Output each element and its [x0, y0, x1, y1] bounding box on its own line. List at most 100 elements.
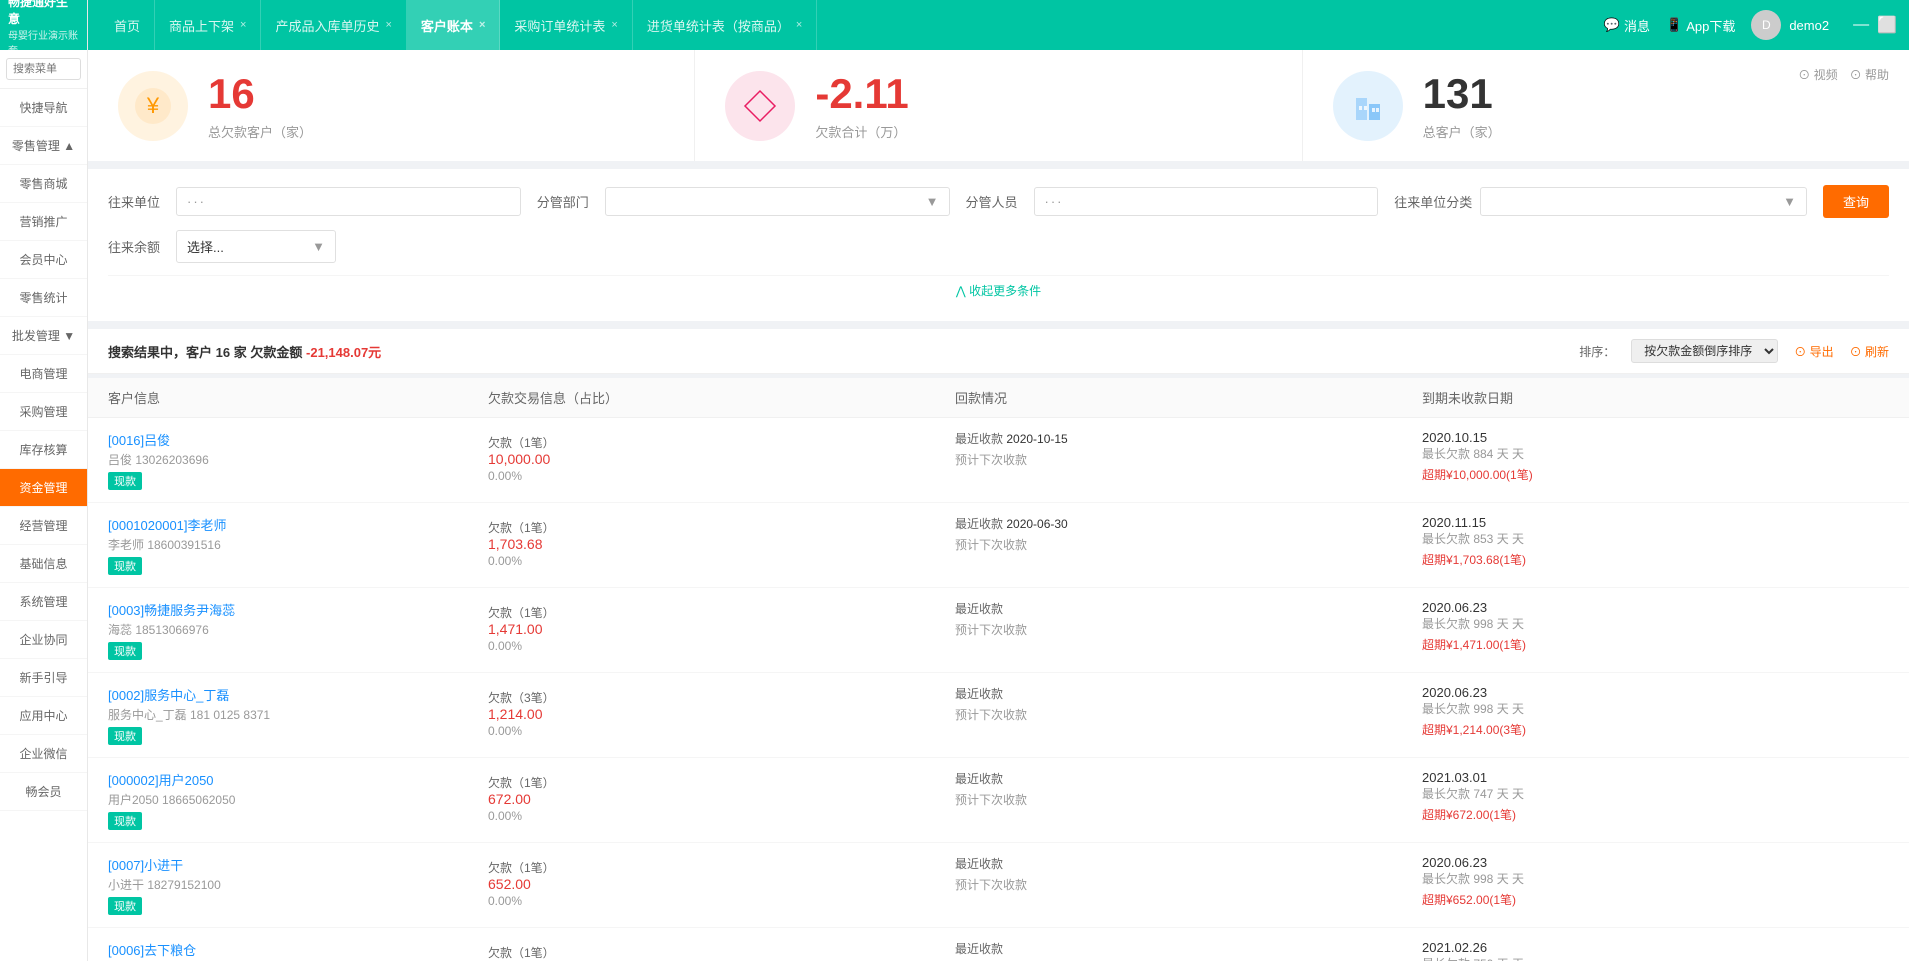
export-label: 导出 [1810, 345, 1834, 359]
overdue-days-5: 最长欠款 998 天 天 [1422, 870, 1889, 887]
customer-name-link-2[interactable]: [0003]畅捷服务尹海蕊 [108, 603, 235, 618]
sidebar-item-app-center[interactable]: 应用中心 [0, 697, 87, 735]
customer-contact-3: 服务中心_丁磊 181 0125 8371 [108, 706, 488, 723]
sidebar-item-basic-info[interactable]: 基础信息 [0, 545, 87, 583]
topbar: 首页商品上下架×产成品入库单历史×客户账本×采购订单统计表×进货单统计表（按商品… [88, 0, 1909, 50]
overdue-amount-3[interactable]: 超期¥1,214.00(3笔) [1422, 721, 1889, 738]
overdue-amount-2[interactable]: 超期¥1,471.00(1笔) [1422, 636, 1889, 653]
customer-contact-5: 小进干 18279152100 [108, 876, 488, 893]
debt-amount-3[interactable]: 1,214.00 [488, 706, 955, 722]
customer-contact-4: 用户2050 18665062050 [108, 791, 488, 808]
debt-amount-1[interactable]: 1,703.68 [488, 536, 955, 552]
customer-info-1: [0001020001]李老师李老师 18600391516现款 [108, 515, 488, 575]
sidebar-item-inventory[interactable]: 库存核算 [0, 431, 87, 469]
sidebar-item-ecom-mgmt[interactable]: 电商管理 [0, 355, 87, 393]
tab-close-1[interactable]: × [240, 19, 246, 31]
result-debt-amount: -21,148.07元 [306, 345, 381, 360]
filter-group-person: 分管人员 ··· [966, 187, 1379, 216]
customer-tag-1: 现款 [108, 557, 142, 575]
export-btn[interactable]: ⊙ 导出 [1794, 343, 1833, 360]
app-download-btn[interactable]: 📱 App下载 [1666, 16, 1735, 35]
filter-input-balance[interactable]: 选择... ▼ [176, 230, 336, 263]
tab-3[interactable]: 客户账本× [407, 0, 500, 50]
filter-area: 往来单位 ··· 分管部门 ▼ 分管人员 ··· [88, 169, 1909, 321]
sidebar-item-marketing[interactable]: 营销推广 [0, 203, 87, 241]
help-btn[interactable]: ⊙ 帮助 [1850, 66, 1889, 83]
debt-amount-2[interactable]: 1,471.00 [488, 621, 955, 637]
debt-amount-0[interactable]: 10,000.00 [488, 451, 955, 467]
debt-info-2: 欠款（1笔）1,471.000.00% [488, 600, 955, 653]
sidebar-item-ops-mgmt[interactable]: 经营管理 [0, 507, 87, 545]
customer-name-link-6[interactable]: [0006]去下粮仓 [108, 943, 196, 958]
sidebar-item-finance[interactable]: 资金管理 [0, 469, 87, 507]
sidebar-item-new-guide[interactable]: 新手引导 [0, 659, 87, 697]
sidebar-search-area [0, 50, 87, 89]
stat-amount-number: -2.11 [815, 70, 908, 118]
filter-label-person: 分管人员 [966, 192, 1026, 211]
overdue-amount-0[interactable]: 超期¥10,000.00(1笔) [1422, 466, 1889, 483]
app-download-icon: 📱 [1666, 17, 1682, 33]
user-menu[interactable]: D demo2 [1751, 10, 1829, 40]
filter-input-category[interactable]: ▼ [1480, 187, 1807, 216]
sort-select[interactable]: 按欠款金额倒序排序 [1631, 339, 1778, 363]
sidebar-item-batch-mgmt[interactable]: 批发管理 ▼ [0, 317, 87, 355]
recovery-last-4: 最近收款 [955, 770, 1422, 787]
sidebar-item-sys-mgmt[interactable]: 系统管理 [0, 583, 87, 621]
overdue-days-1: 最长欠款 853 天 天 [1422, 530, 1889, 547]
overdue-amount-5[interactable]: 超期¥652.00(1笔) [1422, 891, 1889, 908]
sidebar-item-quick-nav[interactable]: 快捷导航 [0, 89, 87, 127]
tab-close-5[interactable]: × [796, 19, 802, 31]
overdue-amount-1[interactable]: 超期¥1,703.68(1笔) [1422, 551, 1889, 568]
customer-info-5: [0007]小进干小进干 18279152100现款 [108, 855, 488, 915]
video-btn[interactable]: ⊙ 视频 [1798, 66, 1837, 83]
table-rows: [0016]吕俊吕俊 13026203696现款欠款（1笔）10,000.000… [88, 418, 1909, 961]
filter-input-dept[interactable]: ▼ [605, 187, 950, 216]
table-row: [0016]吕俊吕俊 13026203696现款欠款（1笔）10,000.000… [88, 418, 1909, 503]
sidebar-item-member-center[interactable]: 会员中心 [0, 241, 87, 279]
sidebar: 畅捷通好生意 母婴行业演示账套 快捷导航零售管理 ▲零售商城营销推广会员中心零售… [0, 0, 88, 961]
debt-percent-2: 0.00% [488, 639, 955, 653]
search-button[interactable]: 查询 [1823, 185, 1889, 218]
collapse-bar[interactable]: ⋀ 收起更多条件 [108, 275, 1889, 305]
tab-close-4[interactable]: × [611, 19, 617, 31]
refresh-btn[interactable]: ⊙ 刷新 [1850, 343, 1889, 360]
sidebar-item-corp-collab[interactable]: 企业协同 [0, 621, 87, 659]
filter-input-unit[interactable]: ··· [176, 187, 521, 216]
customer-info-0: [0016]吕俊吕俊 13026203696现款 [108, 430, 488, 490]
recovery-next-3: 预计下次收款 [955, 706, 1422, 723]
tab-2[interactable]: 产成品入库单历史 × [261, 0, 406, 50]
maximize-btn[interactable]: ⬜ [1877, 15, 1897, 35]
debt-amount-5[interactable]: 652.00 [488, 876, 955, 892]
tab-4[interactable]: 采购订单统计表× [500, 0, 632, 50]
filter-group-unit: 往来单位 ··· [108, 187, 521, 216]
filter-input-person[interactable]: ··· [1034, 187, 1379, 216]
tab-label-2: 产成品入库单历史 [275, 16, 379, 35]
debt-amount-4[interactable]: 672.00 [488, 791, 955, 807]
sidebar-item-purchase-mgmt[interactable]: 采购管理 [0, 393, 87, 431]
tab-close-2[interactable]: × [385, 19, 391, 31]
sidebar-item-retail-mgmt[interactable]: 零售管理 ▲ [0, 127, 87, 165]
tab-5[interactable]: 进货单统计表（按商品）× [633, 0, 817, 50]
sidebar-item-corp-wechat[interactable]: 企业微信 [0, 735, 87, 773]
tab-0[interactable]: 首页 [100, 0, 155, 50]
sidebar-item-vip[interactable]: 畅会员 [0, 773, 87, 811]
customer-name-link-1[interactable]: [0001020001]李老师 [108, 518, 227, 533]
result-prefix: 搜索结果中，客户 [108, 345, 212, 360]
customer-name-link-4[interactable]: [000002]用户2050 [108, 773, 214, 788]
tab-close-3[interactable]: × [479, 19, 485, 31]
minimize-btn[interactable]: — [1853, 16, 1869, 34]
table-row: [0006]去下粮仓陈小希现款欠款（1笔）455.900.00%最近收款预计下次… [88, 928, 1909, 961]
collapse-label: ⋀ 收起更多条件 [956, 284, 1041, 298]
sidebar-item-retail-mall[interactable]: 零售商城 [0, 165, 87, 203]
customer-name-link-5[interactable]: [0007]小进干 [108, 858, 183, 873]
customer-name-link-0[interactable]: [0016]吕俊 [108, 433, 170, 448]
filter-group-category: 往来单位分类 ▼ [1394, 187, 1807, 216]
message-btn[interactable]: 💬 消息 [1604, 16, 1650, 35]
tab-1[interactable]: 商品上下架× [155, 0, 261, 50]
customer-name-link-3[interactable]: [0002]服务中心_丁磊 [108, 688, 229, 703]
recovery-last-0: 最近收款 2020-10-15 [955, 430, 1422, 447]
overdue-amount-4[interactable]: 超期¥672.00(1笔) [1422, 806, 1889, 823]
filter-row-2: 往来余额 选择... ▼ [108, 230, 1889, 263]
search-input[interactable] [6, 58, 81, 80]
sidebar-item-retail-stats[interactable]: 零售统计 [0, 279, 87, 317]
